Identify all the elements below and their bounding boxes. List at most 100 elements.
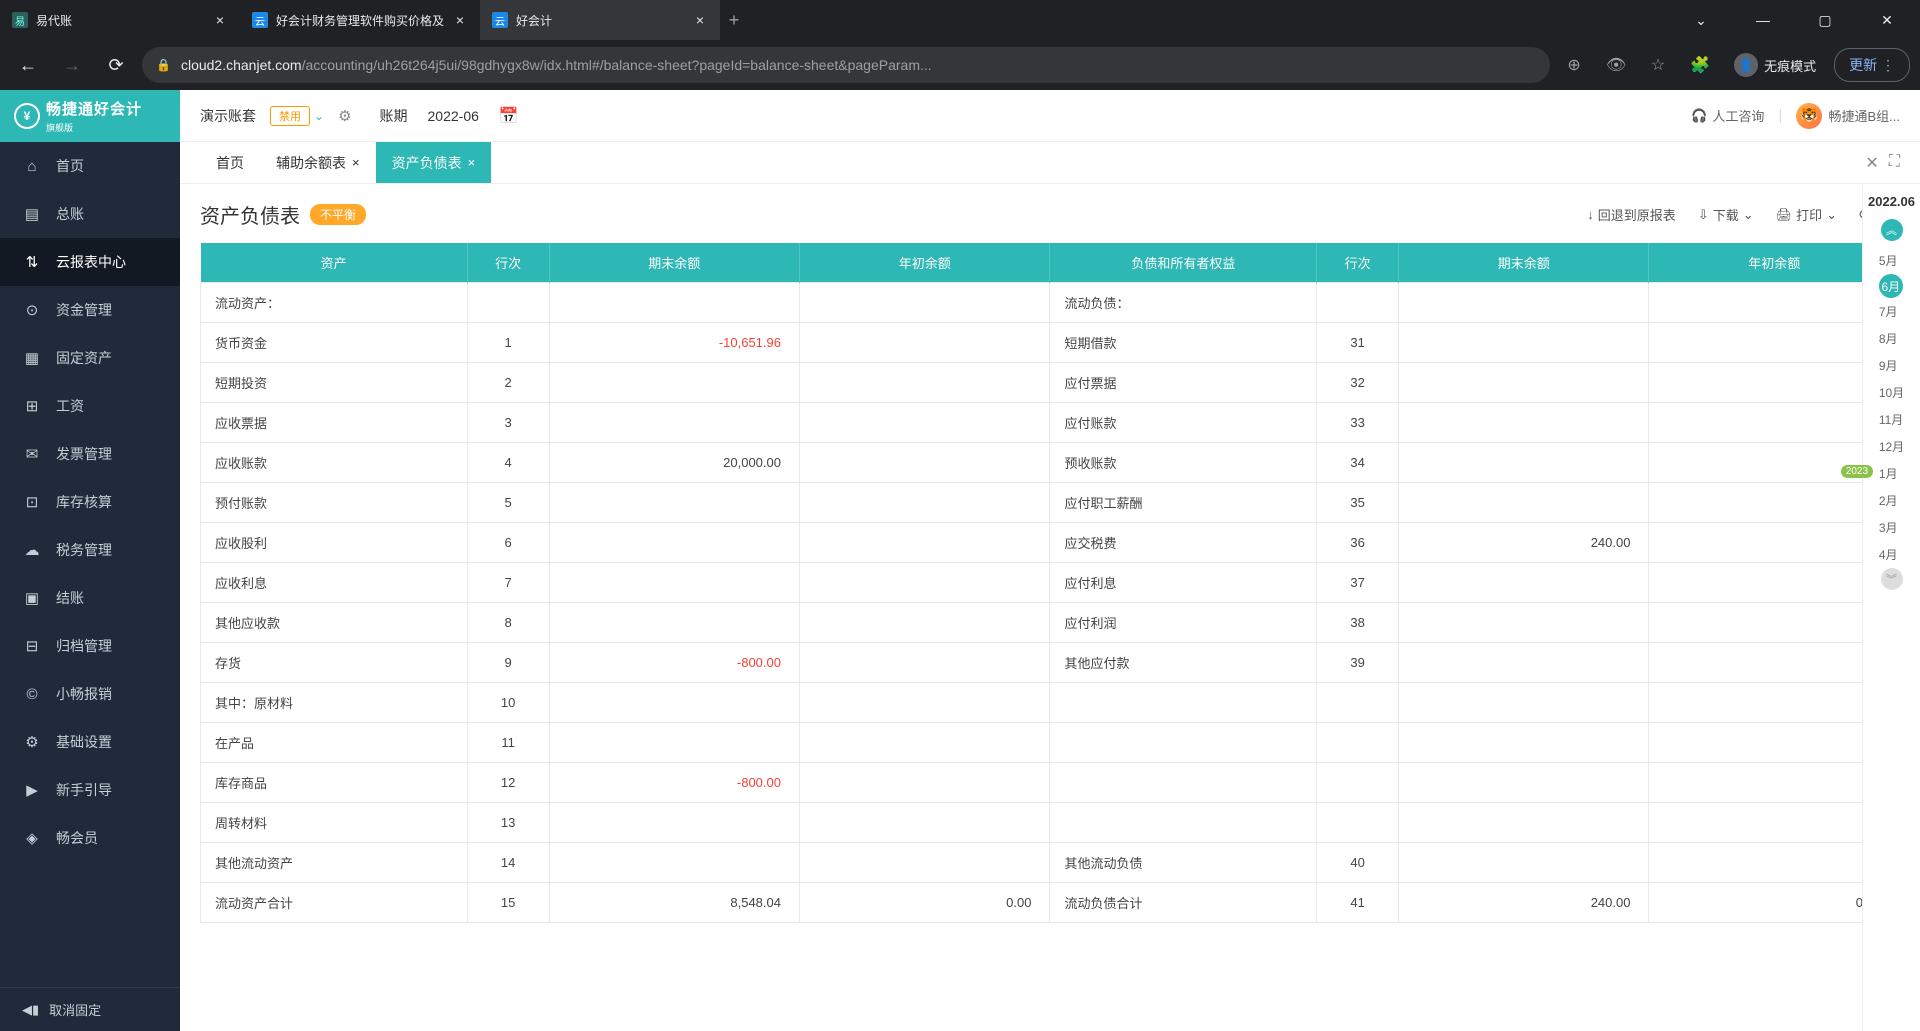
eye-off-icon[interactable]: 👁 [1600,49,1632,81]
month-2月[interactable]: 2月 [1879,487,1904,514]
table-cell[interactable]: 应收账款 [201,443,468,483]
table-cell[interactable]: 8,548.04 [549,883,799,923]
table-cell[interactable]: 应交税费 [1050,523,1317,563]
table-cell[interactable]: 14 [467,843,549,883]
sidebar-item-8[interactable]: ☁税务管理 [0,526,180,574]
table-cell[interactable] [1398,563,1648,603]
table-cell[interactable]: 在产品 [201,723,468,763]
month-6月[interactable]: 6月 [1879,274,1903,298]
fullscreen-icon[interactable]: ⛶ [1889,153,1900,173]
month-11月[interactable]: 11月 [1879,406,1904,433]
table-cell[interactable]: 预付账款 [201,483,468,523]
month-5月[interactable]: 5月 [1879,247,1904,274]
address-bar[interactable]: 🔒 cloud2.chanjet.com/accounting/uh26t264… [142,47,1550,83]
month-1月[interactable]: 1月2023 [1879,460,1904,487]
table-cell[interactable] [549,563,799,603]
table-cell[interactable] [549,283,799,323]
table-cell[interactable] [1317,283,1399,323]
table-cell[interactable]: 15 [467,883,549,923]
incognito-badge[interactable]: 👤 无痕模式 [1726,53,1824,77]
print-button[interactable]: 🖨 打印 ⌄ [1776,205,1837,224]
sidebar-collapse-button[interactable]: ◀▮ 取消固定 [0,987,180,1031]
table-cell[interactable] [1398,603,1648,643]
table-cell[interactable]: 13 [467,803,549,843]
table-cell[interactable]: 4 [467,443,549,483]
table-cell[interactable] [1398,803,1648,843]
table-cell[interactable] [549,523,799,563]
sidebar-item-7[interactable]: ⊡库存核算 [0,478,180,526]
sidebar-item-4[interactable]: ▦固定资产 [0,334,180,382]
table-cell[interactable]: 7 [467,563,549,603]
page-tab-0[interactable]: 首页 [200,142,260,183]
scroll-up-icon[interactable]: ︽ [1881,219,1903,241]
sidebar-item-9[interactable]: ▣结账 [0,574,180,622]
table-cell[interactable]: 38 [1317,603,1399,643]
table-cell[interactable] [799,483,1049,523]
table-cell[interactable] [549,403,799,443]
balance-sheet-table[interactable]: 资产行次期末余额年初余额负债和所有者权益行次期末余额年初余额 流动资产：流动负债… [200,243,1900,1031]
table-cell[interactable]: 33 [1317,403,1399,443]
table-cell[interactable] [549,483,799,523]
table-cell[interactable]: 3 [467,403,549,443]
sidebar-item-12[interactable]: ⚙基础设置 [0,718,180,766]
table-cell[interactable] [549,603,799,643]
table-cell[interactable] [799,363,1049,403]
table-cell[interactable] [1398,483,1648,523]
table-cell[interactable]: 其他流动资产 [201,843,468,883]
table-cell[interactable]: 5 [467,483,549,523]
sidebar-item-0[interactable]: ⌂首页 [0,142,180,190]
puzzle-icon[interactable]: 🧩 [1684,49,1716,81]
table-cell[interactable] [799,603,1049,643]
table-cell[interactable]: 短期投资 [201,363,468,403]
table-cell[interactable]: 11 [467,723,549,763]
close-window-button[interactable]: ✕ [1864,5,1910,35]
table-cell[interactable] [799,803,1049,843]
table-cell[interactable]: 应付职工薪酬 [1050,483,1317,523]
table-cell[interactable] [1317,723,1399,763]
sidebar-item-10[interactable]: ⊟归档管理 [0,622,180,670]
table-cell[interactable] [1050,723,1317,763]
sidebar-item-11[interactable]: ©小畅报销 [0,670,180,718]
table-cell[interactable]: 应付账款 [1050,403,1317,443]
close-icon[interactable]: × [212,12,228,28]
table-cell[interactable] [1398,403,1648,443]
table-cell[interactable] [1050,803,1317,843]
table-cell[interactable]: 流动负债合计 [1050,883,1317,923]
month-7月[interactable]: 7月 [1879,298,1904,325]
table-cell[interactable] [1050,683,1317,723]
table-cell[interactable]: 40 [1317,843,1399,883]
page-tab-1[interactable]: 辅助余额表× [260,142,376,183]
sidebar-item-1[interactable]: ▤总账 [0,190,180,238]
calendar-icon[interactable]: 📅 [499,106,519,126]
table-cell[interactable] [1398,843,1648,883]
sidebar-item-2[interactable]: ⇅云报表中心 [0,238,180,286]
forward-button[interactable]: → [54,47,90,83]
table-cell[interactable] [1398,323,1648,363]
table-cell[interactable]: 10 [467,683,549,723]
rollback-button[interactable]: ↓ 回退到原报表 [1587,205,1676,224]
table-cell[interactable] [1398,363,1648,403]
table-cell[interactable]: 36 [1317,523,1399,563]
star-icon[interactable]: ☆ [1642,49,1674,81]
table-cell[interactable]: 库存商品 [201,763,468,803]
support-link[interactable]: 🎧 人工咨询 [1691,106,1764,125]
close-icon[interactable]: × [452,12,468,28]
maximize-button[interactable]: ▢ [1802,5,1848,35]
new-tab-button[interactable]: + [720,10,748,31]
table-cell[interactable]: 货币资金 [201,323,468,363]
table-cell[interactable]: 6 [467,523,549,563]
table-cell[interactable] [799,763,1049,803]
table-cell[interactable] [549,803,799,843]
sidebar-item-14[interactable]: ◈畅会员 [0,814,180,862]
table-cell[interactable]: 其他流动负债 [1050,843,1317,883]
table-cell[interactable]: 2 [467,363,549,403]
table-cell[interactable]: 应收利息 [201,563,468,603]
table-cell[interactable]: 39 [1317,643,1399,683]
table-cell[interactable]: 8 [467,603,549,643]
table-cell[interactable]: 240.00 [1398,523,1648,563]
table-cell[interactable] [799,643,1049,683]
table-cell[interactable] [1398,763,1648,803]
table-cell[interactable]: 其他应收款 [201,603,468,643]
table-cell[interactable]: 35 [1317,483,1399,523]
reload-button[interactable]: ⟳ [98,47,134,83]
